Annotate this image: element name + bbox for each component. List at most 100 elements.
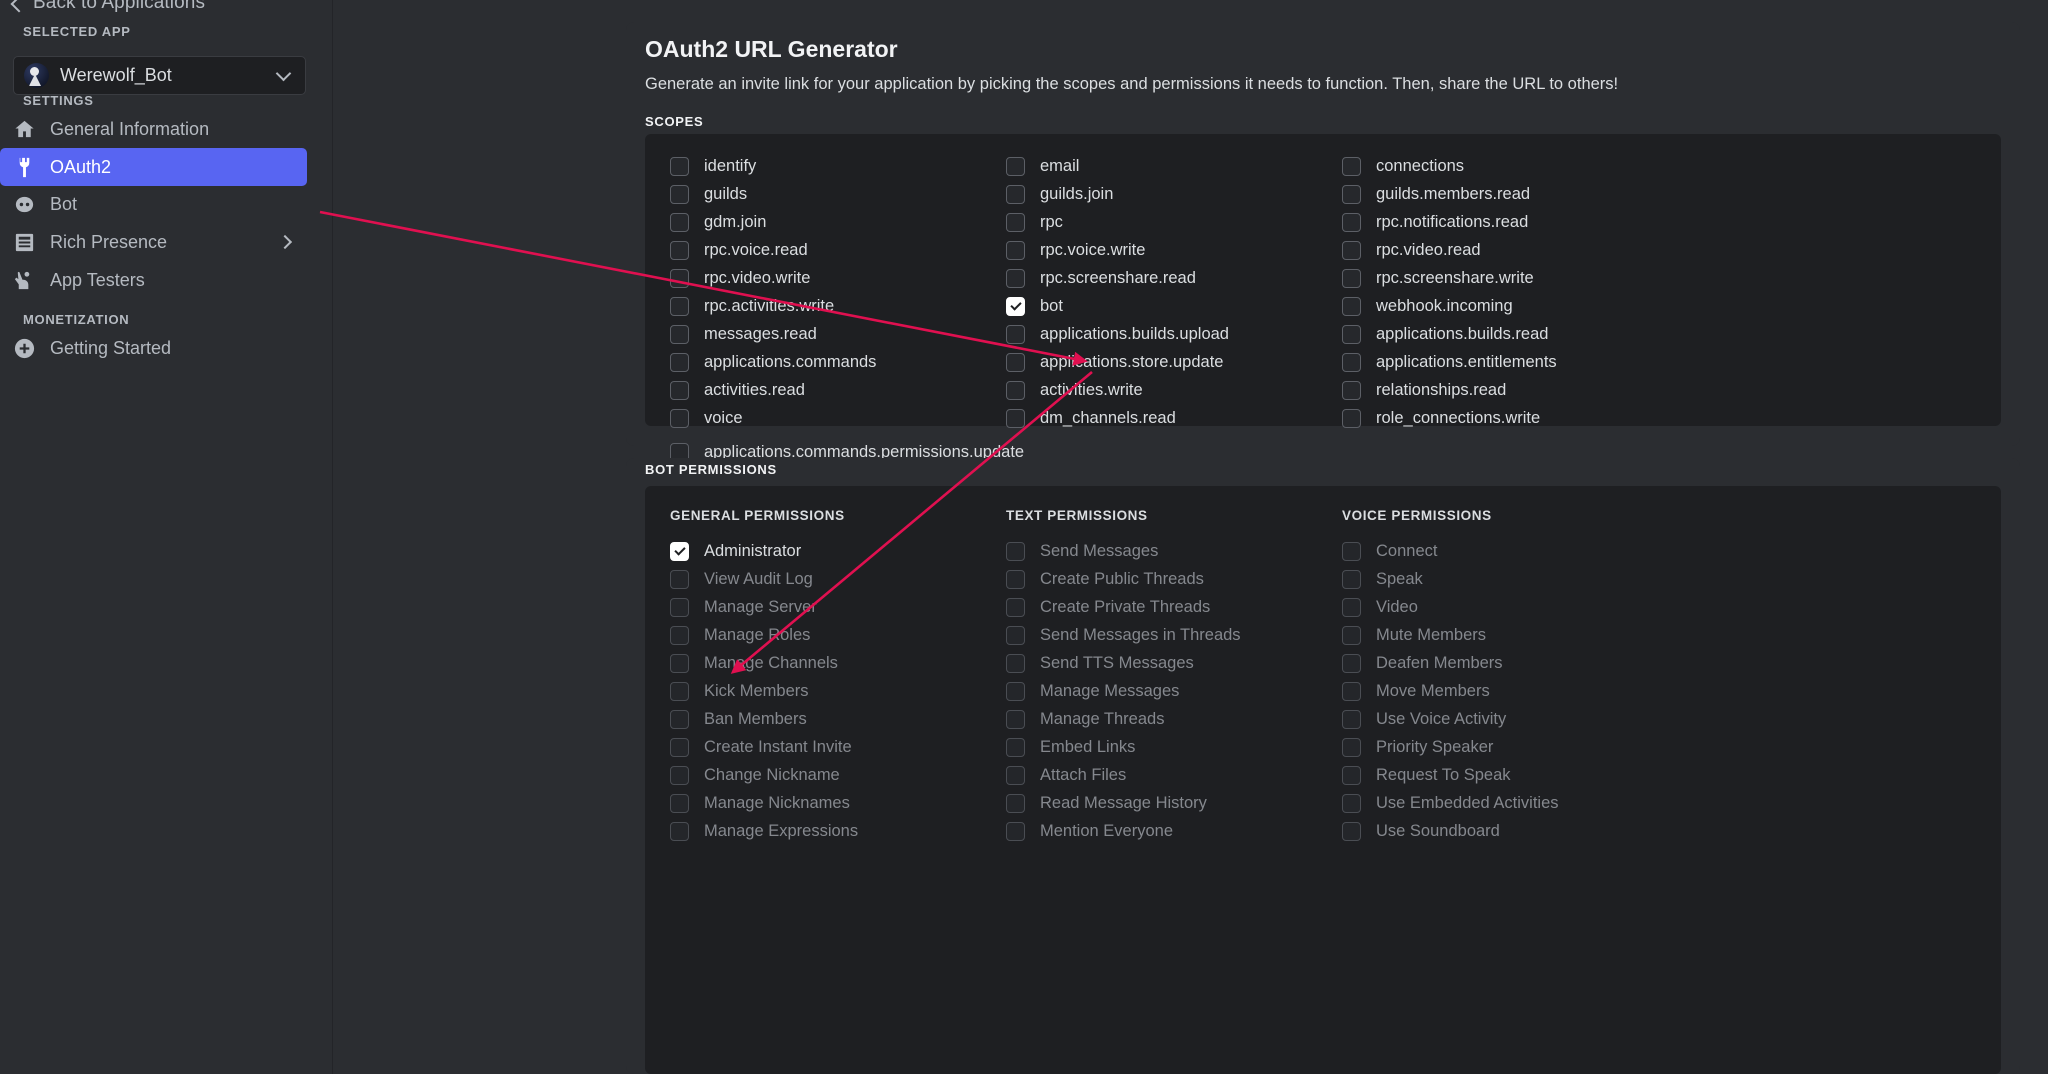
checkbox-row-applications-builds-read[interactable]: applications.builds.read bbox=[1342, 320, 1678, 348]
checkbox-unchecked-icon[interactable] bbox=[1342, 408, 1361, 428]
checkbox-checked-icon[interactable] bbox=[670, 541, 689, 561]
checkbox-row-gdm-join[interactable]: gdm.join bbox=[670, 208, 1006, 236]
checkbox-unchecked-icon[interactable] bbox=[1006, 156, 1025, 176]
checkbox-label: dm_channels.read bbox=[1040, 408, 1176, 427]
checkbox-unchecked-icon[interactable] bbox=[670, 268, 689, 288]
checkbox-row-identify[interactable]: identify bbox=[670, 152, 1006, 180]
checkbox-unchecked-icon bbox=[1006, 681, 1025, 701]
sidebar-item-label: Bot bbox=[50, 193, 78, 214]
checkbox-unchecked-icon[interactable] bbox=[1342, 212, 1361, 232]
checkbox-unchecked-icon[interactable] bbox=[1342, 240, 1361, 260]
checkbox-label: Ban Members bbox=[704, 709, 807, 728]
checkbox-row-manage-messages: Manage Messages bbox=[1006, 677, 1342, 705]
checkbox-unchecked-icon[interactable] bbox=[1342, 184, 1361, 204]
checkbox-row-bot[interactable]: bot bbox=[1006, 292, 1342, 320]
checkbox-row-guilds[interactable]: guilds bbox=[670, 180, 1006, 208]
checkbox-unchecked-icon[interactable] bbox=[670, 380, 689, 400]
checkbox-row-rpc-activities-write[interactable]: rpc.activities.write bbox=[670, 292, 1006, 320]
checkbox-unchecked-icon[interactable] bbox=[1006, 408, 1025, 428]
sidebar-item-general-information[interactable]: General Information bbox=[0, 110, 307, 148]
checkbox-label: guilds bbox=[704, 184, 748, 203]
checkbox-label: Kick Members bbox=[704, 681, 809, 700]
checkbox-unchecked-icon[interactable] bbox=[670, 212, 689, 232]
checkbox-row-applications-builds-upload[interactable]: applications.builds.upload bbox=[1006, 320, 1342, 348]
checkbox-unchecked-icon bbox=[670, 597, 689, 617]
checkbox-row-rpc-video-write[interactable]: rpc.video.write bbox=[670, 264, 1006, 292]
checkbox-row-request-to-speak: Request To Speak bbox=[1342, 761, 1678, 789]
checkbox-unchecked-icon[interactable] bbox=[1006, 268, 1025, 288]
checkbox-row-connections[interactable]: connections bbox=[1342, 152, 1678, 180]
checkbox-row-applications-store-update[interactable]: applications.store.update bbox=[1006, 348, 1342, 376]
sidebar-item-getting-started[interactable]: Getting Started bbox=[0, 329, 307, 367]
checkbox-row-rpc[interactable]: rpc bbox=[1006, 208, 1342, 236]
checkbox-row-relationships-read[interactable]: relationships.read bbox=[1342, 376, 1678, 404]
checkbox-unchecked-icon[interactable] bbox=[1342, 324, 1361, 344]
checkbox-row-rpc-voice-read[interactable]: rpc.voice.read bbox=[670, 236, 1006, 264]
checkbox-unchecked-icon bbox=[1006, 597, 1025, 617]
checkbox-unchecked-icon[interactable] bbox=[1006, 184, 1025, 204]
checkbox-unchecked-icon[interactable] bbox=[1006, 212, 1025, 232]
selected-app-dropdown[interactable]: Werewolf_Bot bbox=[13, 56, 306, 95]
checkbox-unchecked-icon[interactable] bbox=[670, 408, 689, 428]
checkbox-unchecked-icon[interactable] bbox=[1342, 156, 1361, 176]
checkbox-row-rpc-voice-write[interactable]: rpc.voice.write bbox=[1006, 236, 1342, 264]
checkbox-row-rpc-screenshare-write[interactable]: rpc.screenshare.write bbox=[1342, 264, 1678, 292]
sidebar-item-rich-presence[interactable]: Rich Presence bbox=[0, 223, 307, 261]
selected-app-heading: SELECTED APP bbox=[23, 24, 131, 39]
checkbox-row-voice[interactable]: voice bbox=[670, 404, 1006, 432]
checkbox-unchecked-icon[interactable] bbox=[1006, 352, 1025, 372]
checkbox-row-use-voice-activity: Use Voice Activity bbox=[1342, 705, 1678, 733]
sidebar-item-oauth2[interactable]: OAuth2 bbox=[0, 148, 307, 186]
checkbox-unchecked-icon[interactable] bbox=[1342, 296, 1361, 316]
checkbox-row-use-embedded-activities: Use Embedded Activities bbox=[1342, 789, 1678, 817]
checkbox-unchecked-icon[interactable] bbox=[670, 352, 689, 372]
checkbox-row-read-message-history: Read Message History bbox=[1006, 789, 1342, 817]
checkbox-unchecked-icon[interactable] bbox=[1006, 380, 1025, 400]
checkbox-unchecked-icon bbox=[670, 625, 689, 645]
sidebar-item-app-testers[interactable]: App Testers bbox=[0, 261, 307, 299]
checkbox-row-email[interactable]: email bbox=[1006, 152, 1342, 180]
checkbox-label: Use Voice Activity bbox=[1376, 709, 1507, 728]
checkbox-label: rpc.voice.write bbox=[1040, 240, 1146, 259]
scopes-grid: identify email connections guilds guilds.joi… bbox=[670, 152, 1976, 432]
checkbox-label: Embed Links bbox=[1040, 737, 1136, 756]
checkbox-label: activities.read bbox=[704, 380, 805, 399]
checkbox-row-rpc-screenshare-read[interactable]: rpc.screenshare.read bbox=[1006, 264, 1342, 292]
checkbox-row-administrator[interactable]: Administrator bbox=[670, 537, 1006, 565]
checkbox-label: relationships.read bbox=[1376, 380, 1507, 399]
checkbox-label: Create Public Threads bbox=[1040, 569, 1204, 588]
page-title: OAuth2 URL Generator bbox=[645, 36, 898, 62]
checkbox-unchecked-icon[interactable] bbox=[670, 184, 689, 204]
checkbox-row-messages-read[interactable]: messages.read bbox=[670, 320, 1006, 348]
checkbox-row-applications-commands[interactable]: applications.commands bbox=[670, 348, 1006, 376]
checkbox-label: rpc.screenshare.write bbox=[1376, 268, 1534, 287]
checkbox-row-guilds-members-read[interactable]: guilds.members.read bbox=[1342, 180, 1678, 208]
back-to-applications-link[interactable]: Back to Applications bbox=[10, 0, 205, 14]
person-raised-hand-icon bbox=[14, 271, 30, 289]
checkbox-row-applications-entitlements[interactable]: applications.entitlements bbox=[1342, 348, 1678, 376]
checkbox-unchecked-icon[interactable] bbox=[670, 156, 689, 176]
checkbox-unchecked-icon[interactable] bbox=[1342, 380, 1361, 400]
checkbox-row-rpc-video-read[interactable]: rpc.video.read bbox=[1342, 236, 1678, 264]
checkbox-row-activities-read[interactable]: activities.read bbox=[670, 376, 1006, 404]
checkbox-unchecked-icon[interactable] bbox=[670, 296, 689, 316]
chevron-down-icon bbox=[275, 65, 292, 82]
checkbox-row-activities-write[interactable]: activities.write bbox=[1006, 376, 1342, 404]
checkbox-unchecked-icon[interactable] bbox=[670, 324, 689, 344]
sidebar-item-bot[interactable]: Bot bbox=[0, 185, 307, 223]
checkbox-row-webhook-incoming[interactable]: webhook.incoming bbox=[1342, 292, 1678, 320]
checkbox-unchecked-icon[interactable] bbox=[1006, 324, 1025, 344]
checkbox-checked-icon[interactable] bbox=[1006, 296, 1025, 316]
checkbox-unchecked-icon[interactable] bbox=[1342, 268, 1361, 288]
checkbox-row-dm-channels-read[interactable]: dm_channels.read bbox=[1006, 404, 1342, 432]
checkbox-unchecked-icon bbox=[1342, 821, 1361, 841]
checkbox-row-guilds-join[interactable]: guilds.join bbox=[1006, 180, 1342, 208]
checkbox-unchecked-icon[interactable] bbox=[670, 240, 689, 260]
sidebar: Back to Applications SELECTED APP Werewo… bbox=[0, 0, 333, 1074]
checkbox-row-role-connections-write[interactable]: role_connections.write bbox=[1342, 404, 1678, 432]
checkbox-unchecked-icon bbox=[670, 709, 689, 729]
checkbox-unchecked-icon[interactable] bbox=[1342, 352, 1361, 372]
selected-app-name: Werewolf_Bot bbox=[60, 65, 172, 85]
checkbox-row-rpc-notifications-read[interactable]: rpc.notifications.read bbox=[1342, 208, 1678, 236]
checkbox-unchecked-icon[interactable] bbox=[1006, 240, 1025, 260]
